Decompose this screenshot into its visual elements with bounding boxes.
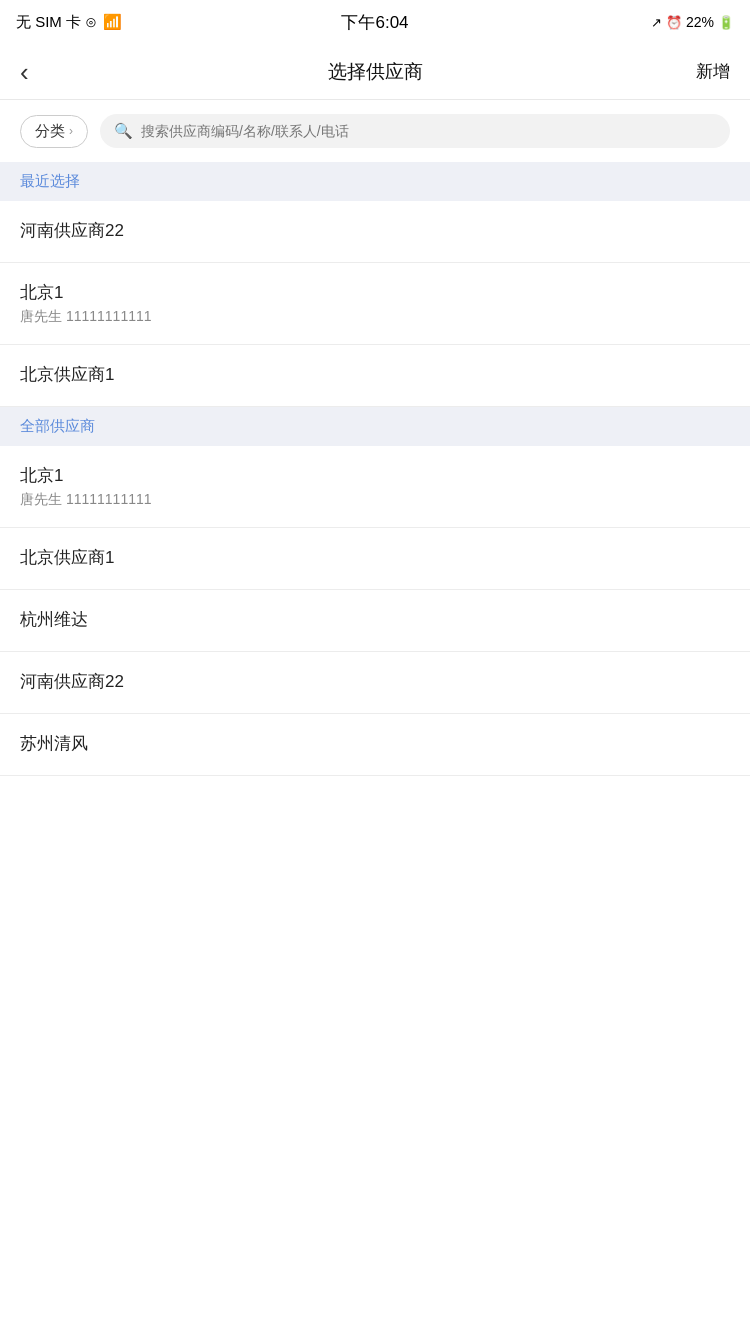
item-sub: 唐先生 11111111111 — [20, 308, 730, 326]
list-item[interactable]: 北京1 唐先生 11111111111 — [0, 446, 750, 528]
all-section-header: 全部供应商 — [0, 407, 750, 446]
status-right: ↗ ⏰ 22% 🔋 — [651, 14, 734, 30]
chevron-right-icon: › — [69, 124, 73, 138]
item-name: 杭州维达 — [20, 608, 730, 631]
list-item[interactable]: 北京供应商1 — [0, 345, 750, 407]
list-item[interactable]: 杭州维达 — [0, 590, 750, 652]
item-name: 河南供应商22 — [20, 219, 730, 242]
item-name: 北京1 — [20, 464, 730, 487]
list-item[interactable]: 河南供应商22 — [0, 652, 750, 714]
search-box: 🔍 — [100, 114, 730, 148]
list-item[interactable]: 河南供应商22 — [0, 201, 750, 263]
status-left: 无 SIM 卡 ⊙ 📶 — [16, 13, 122, 32]
item-sub: 唐先生 11111111111 — [20, 491, 730, 509]
category-button[interactable]: 分类 › — [20, 115, 88, 148]
recent-section-header: 最近选择 — [0, 162, 750, 201]
status-time: 下午6:04 — [341, 11, 408, 34]
battery-icon: 🔋 — [718, 15, 734, 30]
add-button[interactable]: 新增 — [696, 60, 730, 83]
search-icon: 🔍 — [114, 122, 133, 140]
status-bar: 无 SIM 卡 ⊙ 📶 下午6:04 ↗ ⏰ 22% 🔋 — [0, 0, 750, 44]
recent-items-list: 河南供应商22 北京1 唐先生 11111111111 北京供应商1 — [0, 201, 750, 407]
all-items-list: 北京1 唐先生 11111111111 北京供应商1 杭州维达河南供应商22 苏州清风 — [0, 446, 750, 776]
no-sim-label: 无 SIM 卡 ⊙ — [16, 13, 97, 32]
item-name: 苏州清风 — [20, 732, 730, 755]
search-input[interactable] — [141, 123, 716, 139]
page-title: 选择供应商 — [328, 59, 423, 85]
item-name: 北京供应商1 — [20, 546, 730, 569]
nav-bar: ‹ 选择供应商 新增 — [0, 44, 750, 100]
battery-label: 22% — [686, 14, 714, 30]
item-name: 北京供应商1 — [20, 363, 730, 386]
back-button[interactable]: ‹ — [20, 59, 29, 85]
category-label: 分类 — [35, 122, 65, 141]
item-name: 河南供应商22 — [20, 670, 730, 693]
wifi-icon: 📶 — [103, 13, 122, 31]
alarm-icon: ⏰ — [666, 15, 682, 30]
list-item[interactable]: 北京供应商1 — [0, 528, 750, 590]
list-item[interactable]: 北京1 唐先生 11111111111 — [0, 263, 750, 345]
item-name: 北京1 — [20, 281, 730, 304]
list-item[interactable]: 苏州清风 — [0, 714, 750, 776]
location-icon: ↗ — [651, 15, 662, 30]
filter-bar: 分类 › 🔍 — [0, 100, 750, 162]
